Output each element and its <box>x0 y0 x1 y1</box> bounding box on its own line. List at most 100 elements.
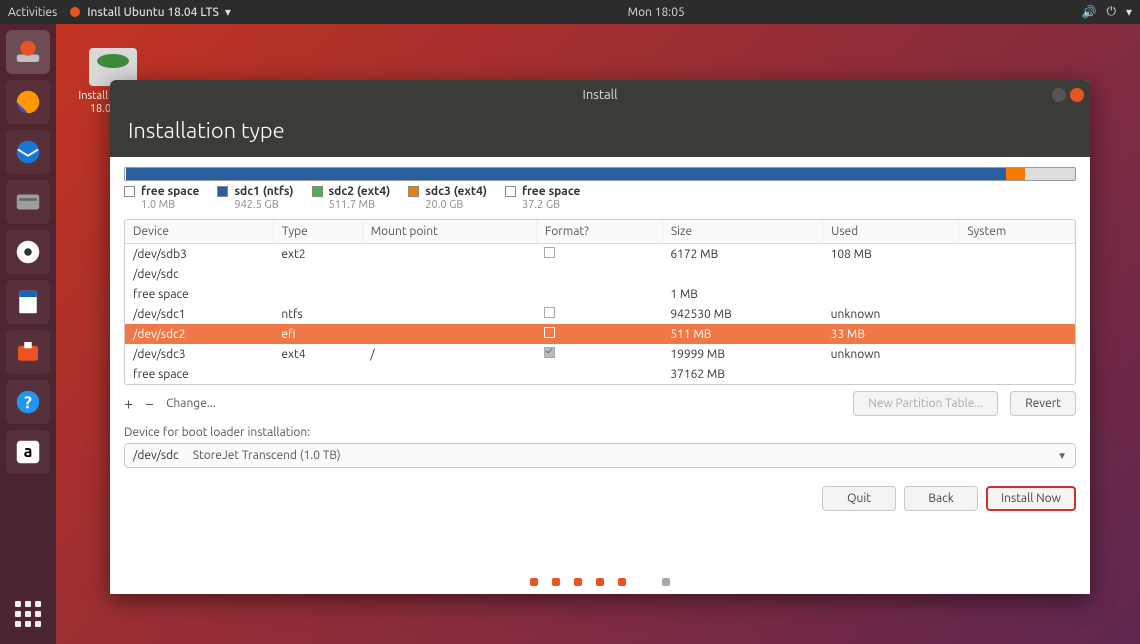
table-row[interactable]: /dev/sdc <box>125 264 1075 284</box>
installer-window: Install Installation type free space 1.0… <box>110 80 1090 594</box>
cell-system <box>959 304 1075 324</box>
table-row[interactable]: /dev/sdb3 ext2 6172 MB 108 MB <box>125 244 1075 265</box>
minimize-button[interactable] <box>1052 88 1066 102</box>
cell-format <box>536 304 662 324</box>
cell-mount <box>362 324 536 344</box>
chevron-down-icon[interactable]: ▾ <box>1126 5 1132 19</box>
dock-rhythmbox[interactable] <box>6 230 50 274</box>
clock[interactable]: Mon 18:05 <box>231 6 1082 19</box>
cell-system <box>959 284 1075 304</box>
legend-item: free space 37.2 GB <box>505 185 580 211</box>
partition-segment <box>1025 168 1075 180</box>
cell-format <box>536 324 662 344</box>
partition-segment <box>126 168 1006 180</box>
remove-partition-button[interactable]: − <box>145 395 154 413</box>
dock-writer[interactable] <box>6 280 50 324</box>
legend-swatch <box>505 186 516 197</box>
page-dot <box>552 578 560 586</box>
partition-table: DeviceTypeMount pointFormat?SizeUsedSyst… <box>124 219 1076 385</box>
page-dot <box>530 578 538 586</box>
cell-device: /dev/sdc2 <box>125 324 273 344</box>
dock-firefox[interactable] <box>6 80 50 124</box>
ubuntu-logo-icon <box>69 6 81 18</box>
cell-type <box>273 364 362 384</box>
power-icon[interactable]: ⏻ <box>1106 5 1116 19</box>
column-header[interactable]: Device <box>125 220 273 244</box>
cell-system <box>959 324 1075 344</box>
legend-item: sdc3 (ext4) 20.0 GB <box>408 185 487 211</box>
legend-swatch <box>312 186 323 197</box>
cell-size: 6172 MB <box>662 244 822 265</box>
page-dot <box>574 578 582 586</box>
format-checkbox[interactable] <box>544 307 555 318</box>
partition-toolbar: + − Change... New Partition Table... Rev… <box>124 391 1076 416</box>
window-title: Install <box>583 88 618 102</box>
column-header[interactable]: Type <box>273 220 362 244</box>
legend-swatch <box>217 186 228 197</box>
cell-type: ext2 <box>273 244 362 265</box>
legend-item: sdc1 (ntfs) 942.5 GB <box>217 185 293 211</box>
app-menu[interactable]: Install Ubuntu 18.04 LTS ▾ <box>69 5 231 19</box>
app-menu-label: Install Ubuntu 18.04 LTS <box>87 6 219 19</box>
page-dot <box>662 578 670 586</box>
cell-system <box>959 264 1075 284</box>
format-checkbox[interactable] <box>544 327 555 338</box>
cell-mount <box>362 284 536 304</box>
svg-text:?: ? <box>24 393 32 412</box>
cell-used: unknown <box>823 344 959 364</box>
revert-button[interactable]: Revert <box>1010 391 1076 416</box>
cell-used <box>823 264 959 284</box>
dock-software[interactable] <box>6 330 50 374</box>
table-row[interactable]: free space 1 MB <box>125 284 1075 304</box>
volume-icon[interactable]: 🔊 <box>1082 5 1097 19</box>
table-row[interactable]: /dev/sdc2 efi 511 MB 33 MB <box>125 324 1075 344</box>
quit-button[interactable]: Quit <box>822 486 896 511</box>
back-button[interactable]: Back <box>904 486 978 511</box>
table-row[interactable]: /dev/sdc1 ntfs 942530 MB unknown <box>125 304 1075 324</box>
cell-mount: / <box>362 344 536 364</box>
cell-system <box>959 344 1075 364</box>
bootloader-select[interactable]: /dev/sdc StoreJet Transcend (1.0 TB) ▼ <box>124 443 1076 468</box>
close-button[interactable] <box>1070 88 1084 102</box>
window-titlebar[interactable]: Install <box>110 80 1090 110</box>
legend-swatch <box>408 186 419 197</box>
new-partition-table-button[interactable]: New Partition Table... <box>853 391 998 416</box>
change-partition-button[interactable]: Change... <box>166 397 216 410</box>
column-header[interactable]: Size <box>662 220 822 244</box>
bootloader-device: /dev/sdc <box>133 449 179 462</box>
dock-installer[interactable] <box>6 30 50 74</box>
show-apps-button[interactable] <box>6 592 50 636</box>
page-dot <box>618 578 626 586</box>
cell-used: unknown <box>823 304 959 324</box>
format-checkbox[interactable] <box>544 347 555 358</box>
legend-size: 511.7 MB <box>329 199 391 212</box>
cell-device: /dev/sdc3 <box>125 344 273 364</box>
dock-files[interactable] <box>6 180 50 224</box>
column-header[interactable]: Mount point <box>362 220 536 244</box>
cell-device: free space <box>125 364 273 384</box>
cell-mount <box>362 304 536 324</box>
cell-format <box>536 344 662 364</box>
format-checkbox[interactable] <box>544 247 555 258</box>
column-header[interactable]: Used <box>823 220 959 244</box>
install-now-button[interactable]: Install Now <box>986 486 1076 511</box>
column-header[interactable]: System <box>959 220 1075 244</box>
cell-size: 511 MB <box>662 324 822 344</box>
cell-size <box>662 264 822 284</box>
column-header[interactable]: Format? <box>536 220 662 244</box>
legend-label: sdc1 (ntfs) <box>234 185 293 199</box>
apps-grid-icon <box>15 601 41 627</box>
table-row[interactable]: /dev/sdc3 ext4 / 19999 MB unknown <box>125 344 1075 364</box>
dock-thunderbird[interactable] <box>6 130 50 174</box>
cell-type: ntfs <box>273 304 362 324</box>
table-row[interactable]: free space 37162 MB <box>125 364 1075 384</box>
cell-type <box>273 284 362 304</box>
activities-button[interactable]: Activities <box>8 6 57 19</box>
dock-help[interactable]: ? <box>6 380 50 424</box>
cell-used <box>823 364 959 384</box>
cell-format <box>536 244 662 265</box>
partition-legend: free space 1.0 MB sdc1 (ntfs) 942.5 GB s… <box>124 185 1076 211</box>
cell-mount <box>362 364 536 384</box>
dock-amazon[interactable]: a <box>6 430 50 474</box>
add-partition-button[interactable]: + <box>124 395 133 413</box>
